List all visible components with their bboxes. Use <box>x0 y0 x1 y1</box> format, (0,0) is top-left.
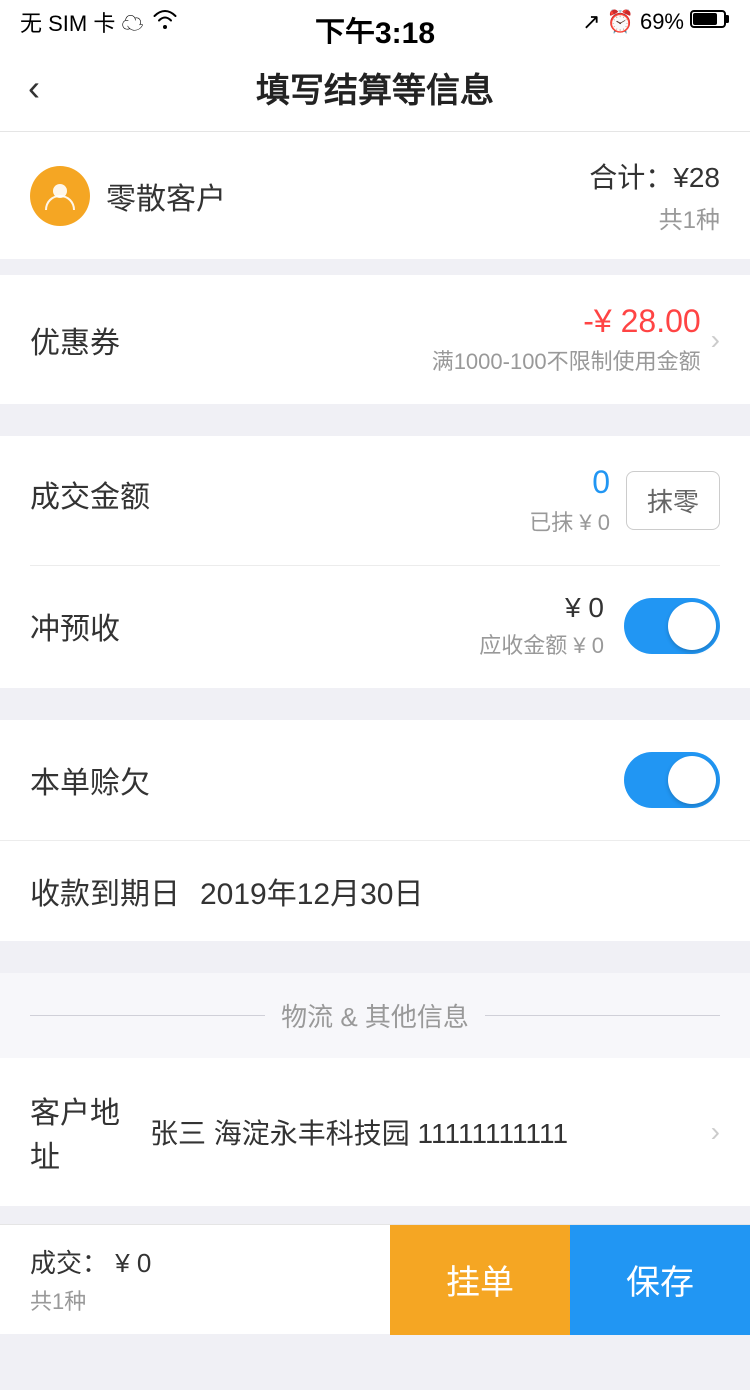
prepay-sub: 应收金额 ¥ 0 <box>479 628 604 660</box>
content: 零散客户 合计：¥28 共1种 优惠券 -¥ 28.00 满1000-100不限… <box>0 132 750 1390</box>
bottom-summary-bottom: 共1种 <box>30 1284 360 1316</box>
address-chevron-icon: › <box>711 1116 720 1148</box>
avatar <box>30 166 90 226</box>
deal-sub: 已抹 ¥ 0 <box>529 505 610 537</box>
customer-total: 合计：¥28 <box>589 156 720 196</box>
save-button[interactable]: 保存 <box>570 1225 750 1335</box>
debt-section: 本单赊欠 收款到期日 2019年12月30日 <box>0 720 750 941</box>
hold-button[interactable]: 挂单 <box>390 1225 570 1335</box>
back-button[interactable]: ‹ <box>28 67 40 109</box>
debt-row: 本单赊欠 <box>0 720 750 840</box>
coupon-desc: 满1000-100不限制使用金额 <box>432 344 701 376</box>
nav-bar: ‹ 填写结算等信息 <box>0 44 750 132</box>
coupon-label: 优惠券 <box>30 318 120 362</box>
address-value: 张三 海淀永丰科技园 11111111111 <box>150 1112 691 1152</box>
bottom-summary-top: 成交： ¥ 0 <box>30 1243 360 1280</box>
page-title: 填写结算等信息 <box>256 63 494 112</box>
due-date-row[interactable]: 收款到期日 2019年12月30日 <box>0 840 750 941</box>
bottom-bar: 成交： ¥ 0 共1种 挂单 保存 <box>0 1224 750 1334</box>
gray-divider-4 <box>0 1206 750 1222</box>
due-date-value: 2019年12月30日 <box>200 869 423 913</box>
coupon-row[interactable]: 优惠券 -¥ 28.00 满1000-100不限制使用金额 › <box>0 275 750 404</box>
status-bar-right: ↗ ⏰ 69% <box>582 8 730 36</box>
customer-count: 共1种 <box>589 200 720 235</box>
deal-section: 成交金额 0 已抹 ¥ 0 抹零 <box>0 436 750 565</box>
prepay-row: 冲预收 ¥ 0 应收金额 ¥ 0 <box>0 568 750 688</box>
deal-value-wrap: 0 已抹 ¥ 0 <box>529 464 610 537</box>
prepay-value-wrap: ¥ 0 应收金额 ¥ 0 <box>479 592 604 660</box>
prepay-amount: ¥ 0 <box>479 592 604 624</box>
address-section: 客户地址 张三 海淀永丰科技园 11111111111 › <box>0 1058 750 1206</box>
debt-toggle[interactable] <box>624 752 720 808</box>
due-date-label: 收款到期日 <box>30 869 180 913</box>
deal-right: 0 已抹 ¥ 0 抹零 <box>529 464 720 537</box>
coupon-amount: -¥ 28.00 <box>432 303 701 340</box>
deal-label: 成交金额 <box>30 464 150 516</box>
coupon-right: -¥ 28.00 满1000-100不限制使用金额 › <box>432 303 720 376</box>
customer-left: 零散客户 <box>30 166 226 226</box>
customer-row: 零散客户 合计：¥28 共1种 <box>0 132 750 259</box>
sim-status: 无 SIM 卡 ☁ <box>20 6 143 38</box>
prepay-label: 冲预收 <box>30 604 120 648</box>
gray-divider-2 <box>0 704 750 720</box>
logistics-line-left <box>30 1015 265 1016</box>
customer-card: 零散客户 合计：¥28 共1种 <box>0 132 750 259</box>
customer-summary: 合计：¥28 共1种 <box>589 156 720 235</box>
address-label: 客户地址 <box>30 1088 130 1176</box>
status-bar: 无 SIM 卡 ☁ 下午3:18 ↗ ⏰ 69% <box>0 0 750 44</box>
coupon-value: -¥ 28.00 满1000-100不限制使用金额 <box>432 303 701 376</box>
gray-divider-1 <box>0 420 750 436</box>
address-row[interactable]: 客户地址 张三 海淀永丰科技园 11111111111 › <box>0 1058 750 1206</box>
location-icon: ↗ <box>582 9 600 35</box>
battery-icon <box>690 8 730 36</box>
debt-toggle-knob <box>668 756 716 804</box>
customer-name: 零散客户 <box>106 174 226 218</box>
battery-percent: 69% <box>640 9 684 35</box>
chevron-right-icon: › <box>711 324 720 356</box>
prepay-toggle[interactable] <box>624 598 720 654</box>
divider-deal-prepay <box>30 565 720 566</box>
deal-card: 成交金额 0 已抹 ¥ 0 抹零 冲预收 ¥ 0 应收金额 ¥ 0 <box>0 436 750 688</box>
toggle-knob <box>668 602 716 650</box>
deal-row: 成交金额 0 已抹 ¥ 0 抹零 <box>30 464 720 537</box>
logistics-title: 物流 & 其他信息 <box>281 997 469 1034</box>
logistics-line-right <box>485 1015 720 1016</box>
deal-value: 0 <box>529 464 610 501</box>
prepay-right: ¥ 0 应收金额 ¥ 0 <box>479 592 720 660</box>
wifi-icon <box>151 8 179 36</box>
bottom-summary: 成交： ¥ 0 共1种 <box>0 1243 390 1316</box>
status-bar-left: 无 SIM 卡 ☁ <box>20 6 179 38</box>
round-zero-button[interactable]: 抹零 <box>626 471 720 530</box>
gray-divider-3 <box>0 957 750 973</box>
debt-label: 本单赊欠 <box>30 758 150 802</box>
logistics-header: 物流 & 其他信息 <box>0 973 750 1058</box>
coupon-card: 优惠券 -¥ 28.00 满1000-100不限制使用金额 › <box>0 275 750 404</box>
alarm-icon: ⏰ <box>607 9 634 35</box>
